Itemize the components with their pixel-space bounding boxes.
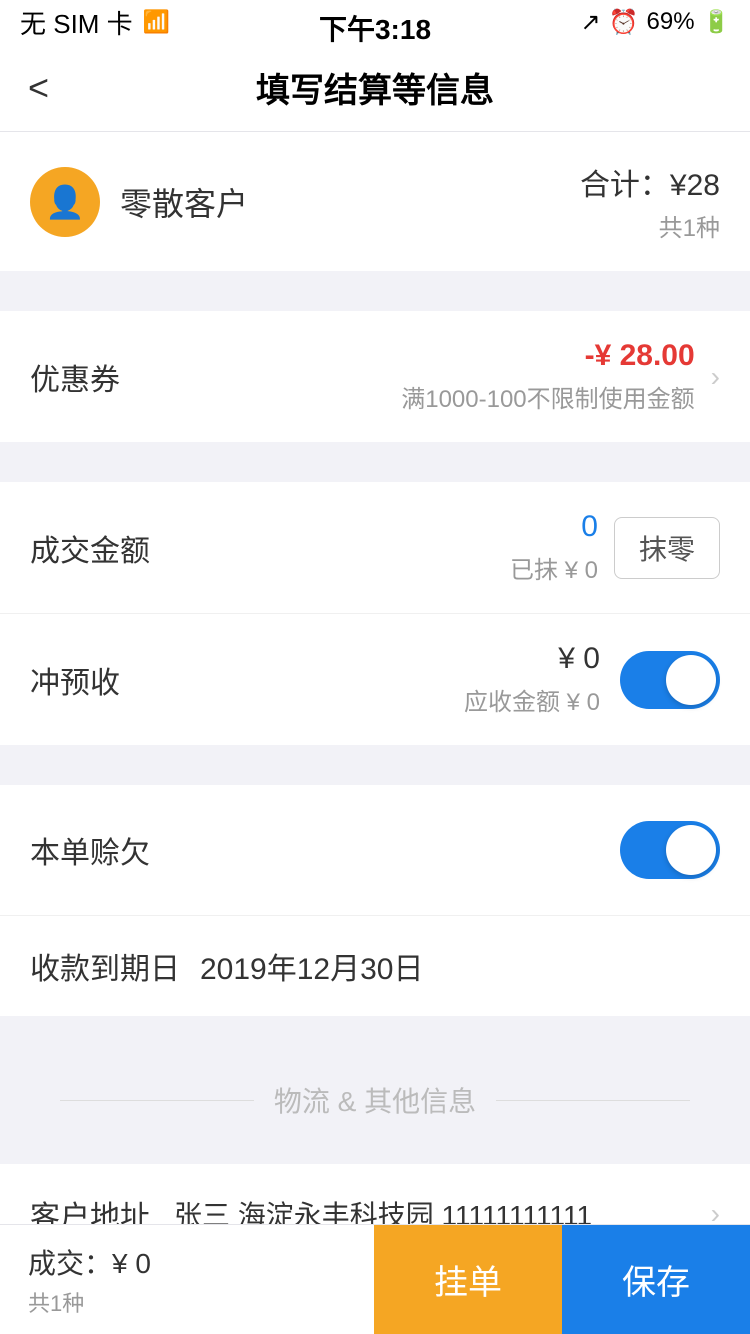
bottom-bar: 成交：¥ 0 共1种 挂单 保存	[0, 1224, 750, 1334]
transaction-row: 成交金额 0 已抹 ¥ 0 抹零	[0, 482, 750, 614]
coupon-section: 优惠券 -¥ 28.00 满1000-100不限制使用金额 ›	[0, 311, 750, 442]
bottom-transaction-label: 成交：	[28, 1248, 112, 1279]
transaction-subtext: 已抹 ¥ 0	[510, 550, 598, 585]
wifi-icon: 📶	[143, 9, 170, 35]
debt-row: 本单赊欠	[0, 785, 750, 915]
prepay-receivable: 应收金额 ¥ 0	[464, 682, 600, 717]
status-bar: 无 SIM 卡 📶 下午3:18 ↗ ⏰ 69% 🔋	[0, 0, 750, 44]
prepay-right: ¥ 0 应收金额 ¥ 0	[464, 642, 720, 717]
coupon-desc: 满1000-100不限制使用金额	[401, 379, 694, 414]
customer-count: 共1种	[580, 208, 720, 243]
transaction-section: 成交金额 0 已抹 ¥ 0 抹零 冲预收 ¥ 0 应收金额 ¥ 0	[0, 482, 750, 745]
save-button[interactable]: 保存	[562, 1225, 750, 1334]
back-button[interactable]: <	[28, 67, 49, 109]
transaction-value: 0	[510, 510, 598, 544]
status-time: 下午3:18	[319, 8, 431, 48]
transaction-right: 0 已抹 ¥ 0 抹零	[510, 510, 720, 585]
battery-icon: 🔋	[703, 9, 730, 35]
customer-name: 零散客户	[120, 179, 248, 225]
pending-button[interactable]: 挂单	[374, 1225, 562, 1334]
transaction-label: 成交金额	[30, 526, 150, 570]
debt-toggle-knob	[666, 825, 716, 875]
prepay-row: 冲预收 ¥ 0 应收金额 ¥ 0	[0, 614, 750, 745]
coupon-chevron-icon: ›	[711, 361, 720, 393]
due-date-label: 收款到期日	[30, 944, 180, 988]
customer-total: 合计：¥28	[580, 160, 720, 204]
nav-title: 填写结算等信息	[256, 63, 494, 112]
coupon-discount: -¥ 28.00	[401, 339, 694, 373]
prepay-toggle[interactable]	[620, 651, 720, 709]
prepay-label: 冲预收	[30, 658, 120, 702]
coupon-row[interactable]: 优惠券 -¥ 28.00 满1000-100不限制使用金额 ›	[0, 311, 750, 442]
bottom-transaction-amount: ¥ 0	[112, 1248, 151, 1279]
alarm-icon: ⏰	[609, 8, 639, 37]
transaction-amount-block: 0 已抹 ¥ 0	[510, 510, 598, 585]
divider-5	[0, 1144, 750, 1164]
debt-label: 本单赊欠	[30, 828, 150, 872]
battery-level: 69%	[647, 8, 695, 36]
avatar-icon: 👤	[45, 183, 85, 221]
bottom-info: 成交：¥ 0 共1种	[0, 1225, 374, 1334]
bottom-transaction: 成交：¥ 0	[28, 1242, 346, 1282]
divider-1	[0, 291, 750, 311]
coupon-label: 优惠券	[30, 355, 120, 399]
due-date-row: 收款到期日 2019年12月30日	[0, 915, 750, 1016]
status-left: 无 SIM 卡 📶	[20, 4, 170, 41]
coupon-amount: -¥ 28.00 满1000-100不限制使用金额	[401, 339, 694, 414]
customer-section: 👤 零散客户 合计：¥28 共1种	[0, 132, 750, 271]
debt-section: 本单赊欠 收款到期日 2019年12月30日	[0, 785, 750, 1016]
divider-4	[0, 1036, 750, 1056]
debt-toggle[interactable]	[620, 821, 720, 879]
divider-3	[0, 765, 750, 785]
toggle-knob	[666, 655, 716, 705]
customer-row: 👤 零散客户 合计：¥28 共1种	[0, 132, 750, 271]
customer-left: 👤 零散客户	[30, 167, 248, 237]
nav-bar: < 填写结算等信息	[0, 44, 750, 132]
round-zero-button[interactable]: 抹零	[614, 517, 720, 579]
location-icon: ↗	[581, 8, 601, 37]
logistics-label: 物流 & 其他信息	[254, 1080, 496, 1120]
coupon-right: -¥ 28.00 满1000-100不限制使用金额 ›	[401, 339, 720, 414]
due-date-value: 2019年12月30日	[200, 944, 423, 988]
divider-2	[0, 462, 750, 482]
logistics-divider: 物流 & 其他信息	[0, 1056, 750, 1144]
customer-right: 合计：¥28 共1种	[580, 160, 720, 243]
bottom-count: 共1种	[28, 1286, 346, 1318]
avatar: 👤	[30, 167, 100, 237]
prepay-values: ¥ 0 应收金额 ¥ 0	[464, 642, 600, 717]
prepay-amount: ¥ 0	[464, 642, 600, 676]
carrier-text: 无 SIM 卡	[20, 4, 133, 41]
status-right: ↗ ⏰ 69% 🔋	[581, 8, 730, 37]
